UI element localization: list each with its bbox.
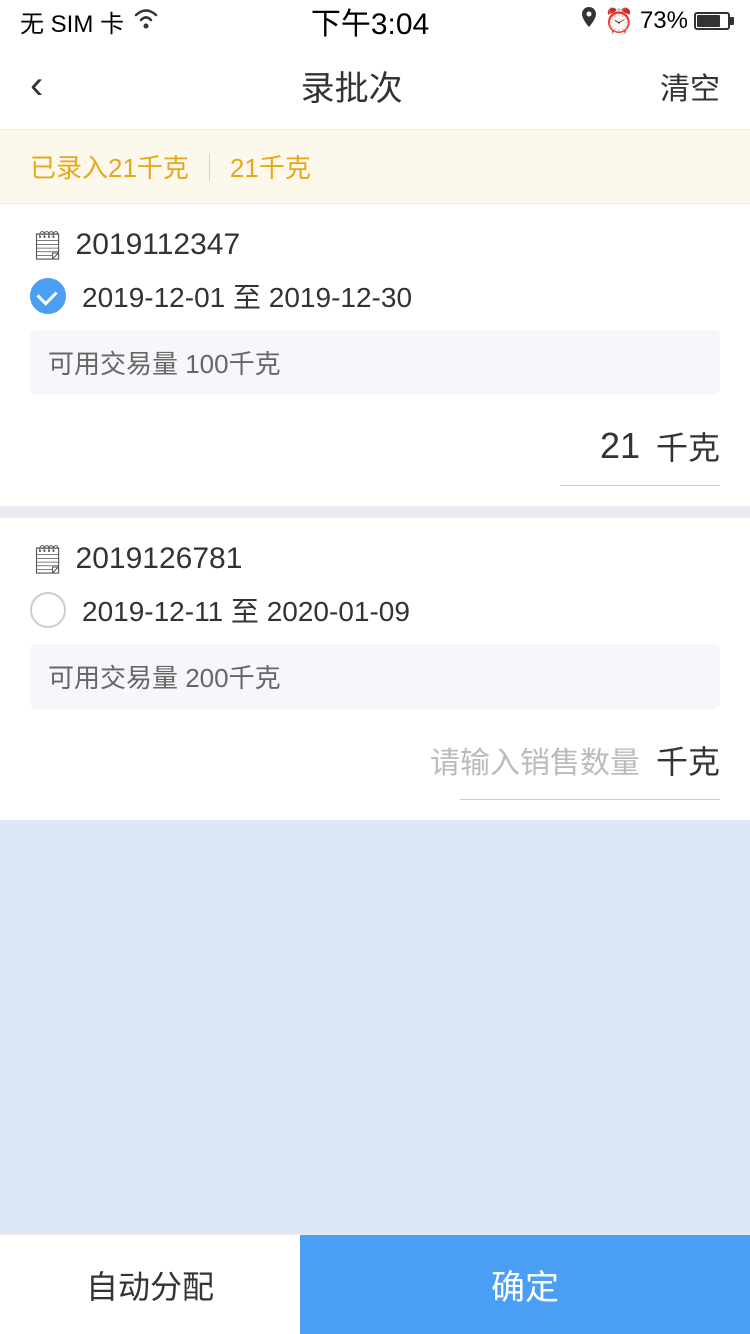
status-left: 无 SIM 卡	[20, 4, 160, 39]
batch-card-2: 🗒 2019126781 2019-12-11 至 2020-01-09 可用交…	[0, 518, 750, 737]
sim-status: 无 SIM 卡	[20, 4, 124, 39]
batch-1-available: 可用交易量 100千克	[30, 330, 720, 395]
clear-button[interactable]: 清空	[660, 64, 720, 108]
nav-bar: ‹ 录批次 清空	[0, 42, 750, 130]
confirm-button[interactable]: 确定	[300, 1235, 750, 1334]
alarm-icon: ⏰	[604, 7, 634, 36]
batch-2-header: 🗒 2019126781	[30, 542, 720, 576]
back-button[interactable]: ‹	[30, 63, 43, 108]
total-summary: 21千克	[230, 148, 311, 185]
wifi-icon	[132, 7, 160, 36]
batch-1-date: 2019-12-01 至 2019-12-30	[82, 276, 412, 316]
batch-1-underline	[560, 485, 720, 486]
batch-1-date-row: 2019-12-01 至 2019-12-30	[30, 276, 720, 316]
batch-1-unit: 千克	[656, 423, 720, 469]
empty-area	[0, 820, 750, 1240]
bottom-bar: 自动分配 确定	[0, 1234, 750, 1334]
batch-2-icon: 🗒	[30, 543, 66, 576]
battery-percent: 73%	[640, 7, 688, 35]
batch-2-id: 2019126781	[76, 542, 243, 576]
batch-1-id: 2019112347	[76, 228, 241, 262]
section-divider-1	[0, 506, 750, 518]
batch-2-underline	[460, 799, 720, 800]
batch-2-radio[interactable]	[30, 592, 66, 628]
auto-distribute-button[interactable]: 自动分配	[0, 1235, 300, 1334]
batch-2-available: 可用交易量 200千克	[30, 644, 720, 709]
status-time: 下午3:04	[311, 0, 429, 43]
batch-1-radio[interactable]	[30, 278, 66, 314]
battery-icon	[694, 12, 730, 30]
recorded-summary: 已录入21千克	[30, 148, 189, 185]
status-bar: 无 SIM 卡 下午3:04 ⏰ 73%	[0, 0, 750, 42]
batch-2-input-section: 请输入销售数量 千克	[0, 737, 750, 820]
summary-bar: 已录入21千克 21千克	[0, 130, 750, 204]
batch-card-1: 🗒 2019112347 2019-12-01 至 2019-12-30 可用交…	[0, 204, 750, 423]
status-right: ⏰ 73%	[580, 7, 730, 36]
batch-1-quantity-value: 21	[600, 425, 640, 467]
page-title: 录批次	[301, 61, 403, 110]
batch-1-icon: 🗒	[30, 229, 66, 262]
batch-2-date-row: 2019-12-11 至 2020-01-09	[30, 590, 720, 630]
batch-1-quantity-section: 21 千克	[0, 423, 750, 506]
summary-divider	[209, 153, 210, 181]
location-icon	[580, 7, 598, 36]
batch-2-unit: 千克	[656, 737, 720, 783]
batch-1-header: 🗒 2019112347	[30, 228, 720, 262]
batch-2-input-placeholder[interactable]: 请输入销售数量	[430, 738, 640, 782]
batch-2-date: 2019-12-11 至 2020-01-09	[82, 590, 410, 630]
